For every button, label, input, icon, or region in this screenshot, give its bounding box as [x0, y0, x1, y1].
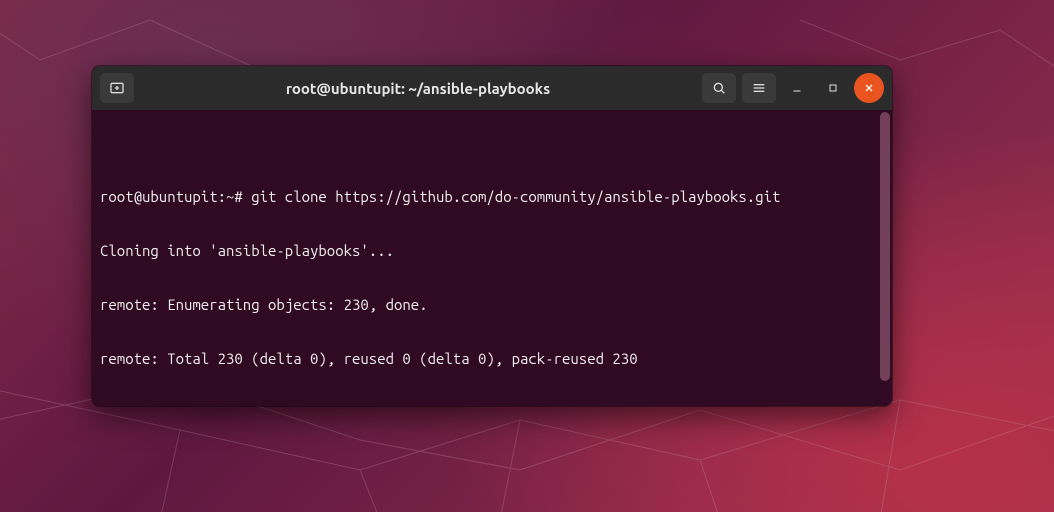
maximize-button[interactable]: [818, 73, 848, 103]
minimize-button[interactable]: [782, 73, 812, 103]
terminal-line: remote: Enumerating objects: 230, done.: [100, 296, 884, 314]
terminal-body[interactable]: root@ubuntupit:~# git clone https://gith…: [92, 110, 892, 406]
scrollbar[interactable]: [880, 112, 890, 404]
scrollbar-thumb[interactable]: [880, 112, 890, 381]
terminal-content: root@ubuntupit:~# git clone https://gith…: [100, 152, 884, 406]
terminal-window: root@ubuntupit: ~/ansible-playbooks: [92, 66, 892, 406]
new-tab-button[interactable]: [100, 73, 134, 103]
terminal-line: root@ubuntupit:~# git clone https://gith…: [100, 188, 884, 206]
terminal-line: remote: Total 230 (delta 0), reused 0 (d…: [100, 350, 884, 368]
titlebar: root@ubuntupit: ~/ansible-playbooks: [92, 66, 892, 110]
terminal-line: Receiving objects: 100% (230/230), 42.14…: [100, 404, 884, 406]
search-button[interactable]: [702, 73, 736, 103]
menu-button[interactable]: [742, 73, 776, 103]
window-title: root@ubuntupit: ~/ansible-playbooks: [142, 80, 694, 97]
close-button[interactable]: [854, 73, 884, 103]
terminal-line: Cloning into 'ansible-playbooks'...: [100, 242, 884, 260]
